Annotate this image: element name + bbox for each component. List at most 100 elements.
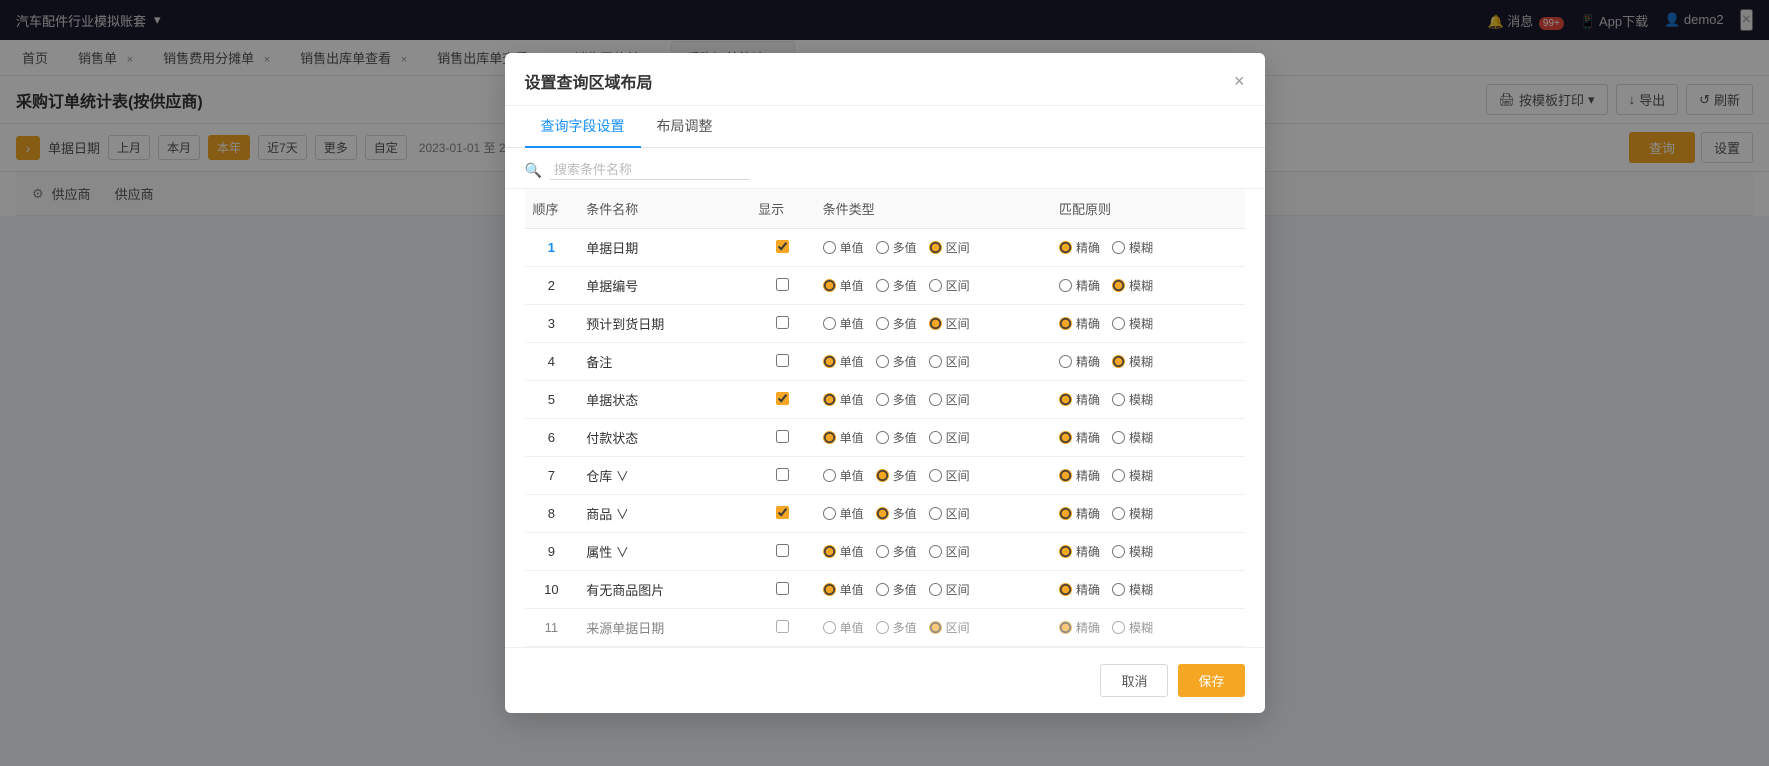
match-radio-模糊-8[interactable] [1112,545,1125,558]
row-show-4[interactable] [750,381,814,419]
match-option-模糊-3[interactable]: 模糊 [1112,353,1153,370]
show-checkbox-0[interactable] [776,240,789,253]
show-checkbox-6[interactable] [776,468,789,481]
type-radio-多值-4[interactable] [876,393,889,406]
type-option-多值-3[interactable]: 多值 [876,353,917,370]
type-radio-单值-1[interactable] [823,279,836,292]
type-radio-单值-5[interactable] [823,431,836,444]
type-option-多值-5[interactable]: 多值 [876,429,917,446]
match-option-模糊-6[interactable]: 模糊 [1112,467,1153,484]
match-radio-精确-3[interactable] [1059,355,1072,368]
type-radio-单值-7[interactable] [823,507,836,520]
type-option-单值-9[interactable]: 单值 [823,581,864,598]
show-checkbox-9[interactable] [776,582,789,595]
type-radio-多值-5[interactable] [876,431,889,444]
match-radio-精确-2[interactable] [1059,317,1072,330]
type-option-单值-8[interactable]: 单值 [823,543,864,560]
match-option-模糊-8[interactable]: 模糊 [1112,543,1153,560]
type-option-区间-9[interactable]: 区间 [929,581,970,598]
type-radio-单值-2[interactable] [823,317,836,330]
type-radio-多值-7[interactable] [876,507,889,520]
row-show-5[interactable] [750,419,814,457]
type-radio-区间-9[interactable] [929,583,942,596]
type-option-单值-5[interactable]: 单值 [823,429,864,446]
type-radio-区间-4[interactable] [929,393,942,406]
type-option-单值-4[interactable]: 单值 [823,391,864,408]
dialog-tab-layout[interactable]: 布局调整 [641,106,729,148]
type-radio-单值-4[interactable] [823,393,836,406]
type-radio-单值-3[interactable] [823,355,836,368]
show-checkbox-8[interactable] [776,544,789,557]
type-radio-多值-1[interactable] [876,279,889,292]
match-option-精确-2[interactable]: 精确 [1059,315,1100,332]
type-radio-区间-2[interactable] [929,317,942,330]
type-option-多值-8[interactable]: 多值 [876,543,917,560]
match-option-精确-6[interactable]: 精确 [1059,467,1100,484]
show-checkbox-2[interactable] [776,316,789,329]
match-option-精确-0[interactable]: 精确 [1059,239,1100,256]
type-radio-多值-10[interactable] [876,621,889,634]
match-radio-精确-1[interactable] [1059,279,1072,292]
match-radio-精确-8[interactable] [1059,545,1072,558]
type-option-多值-6[interactable]: 多值 [876,467,917,484]
type-option-区间-0[interactable]: 区间 [929,239,970,256]
match-radio-模糊-9[interactable] [1112,583,1125,596]
dialog-search-input[interactable] [550,160,750,180]
type-option-多值-7[interactable]: 多值 [876,505,917,522]
row-show-8[interactable] [750,533,814,571]
match-option-模糊-0[interactable]: 模糊 [1112,239,1153,256]
type-radio-多值-3[interactable] [876,355,889,368]
match-radio-模糊-4[interactable] [1112,393,1125,406]
type-radio-单值-9[interactable] [823,583,836,596]
type-radio-区间-0[interactable] [929,241,942,254]
match-option-模糊-10[interactable]: 模糊 [1112,619,1153,636]
row-show-6[interactable] [750,457,814,495]
match-option-精确-3[interactable]: 精确 [1059,353,1100,370]
type-option-区间-3[interactable]: 区间 [929,353,970,370]
show-checkbox-1[interactable] [776,278,789,291]
match-radio-精确-10[interactable] [1059,621,1072,634]
show-checkbox-7[interactable] [776,506,789,519]
row-show-10[interactable] [750,609,814,647]
match-option-精确-8[interactable]: 精确 [1059,543,1100,560]
type-option-多值-4[interactable]: 多值 [876,391,917,408]
type-option-多值-0[interactable]: 多值 [876,239,917,256]
type-option-单值-7[interactable]: 单值 [823,505,864,522]
match-option-精确-9[interactable]: 精确 [1059,581,1100,598]
type-option-区间-1[interactable]: 区间 [929,277,970,294]
match-radio-模糊-2[interactable] [1112,317,1125,330]
type-option-多值-10[interactable]: 多值 [876,619,917,636]
match-option-模糊-5[interactable]: 模糊 [1112,429,1153,446]
row-show-7[interactable] [750,495,814,533]
type-option-区间-5[interactable]: 区间 [929,429,970,446]
type-option-区间-6[interactable]: 区间 [929,467,970,484]
type-radio-区间-1[interactable] [929,279,942,292]
match-option-模糊-4[interactable]: 模糊 [1112,391,1153,408]
type-option-单值-10[interactable]: 单值 [823,619,864,636]
match-radio-模糊-3[interactable] [1112,355,1125,368]
type-radio-单值-8[interactable] [823,545,836,558]
show-checkbox-3[interactable] [776,354,789,367]
match-radio-模糊-10[interactable] [1112,621,1125,634]
match-radio-精确-6[interactable] [1059,469,1072,482]
cancel-button[interactable]: 取消 [1100,664,1168,697]
type-option-单值-1[interactable]: 单值 [823,277,864,294]
type-radio-区间-7[interactable] [929,507,942,520]
row-show-9[interactable] [750,571,814,609]
type-radio-多值-6[interactable] [876,469,889,482]
match-option-精确-5[interactable]: 精确 [1059,429,1100,446]
row-show-2[interactable] [750,305,814,343]
type-option-单值-2[interactable]: 单值 [823,315,864,332]
match-radio-模糊-0[interactable] [1112,241,1125,254]
match-radio-模糊-1[interactable] [1112,279,1125,292]
type-radio-区间-8[interactable] [929,545,942,558]
match-radio-精确-7[interactable] [1059,507,1072,520]
match-radio-精确-0[interactable] [1059,241,1072,254]
show-checkbox-5[interactable] [776,430,789,443]
match-option-精确-1[interactable]: 精确 [1059,277,1100,294]
match-option-模糊-9[interactable]: 模糊 [1112,581,1153,598]
type-radio-区间-10[interactable] [929,621,942,634]
dialog-close-button[interactable]: × [1234,71,1245,92]
match-option-精确-4[interactable]: 精确 [1059,391,1100,408]
match-radio-精确-4[interactable] [1059,393,1072,406]
